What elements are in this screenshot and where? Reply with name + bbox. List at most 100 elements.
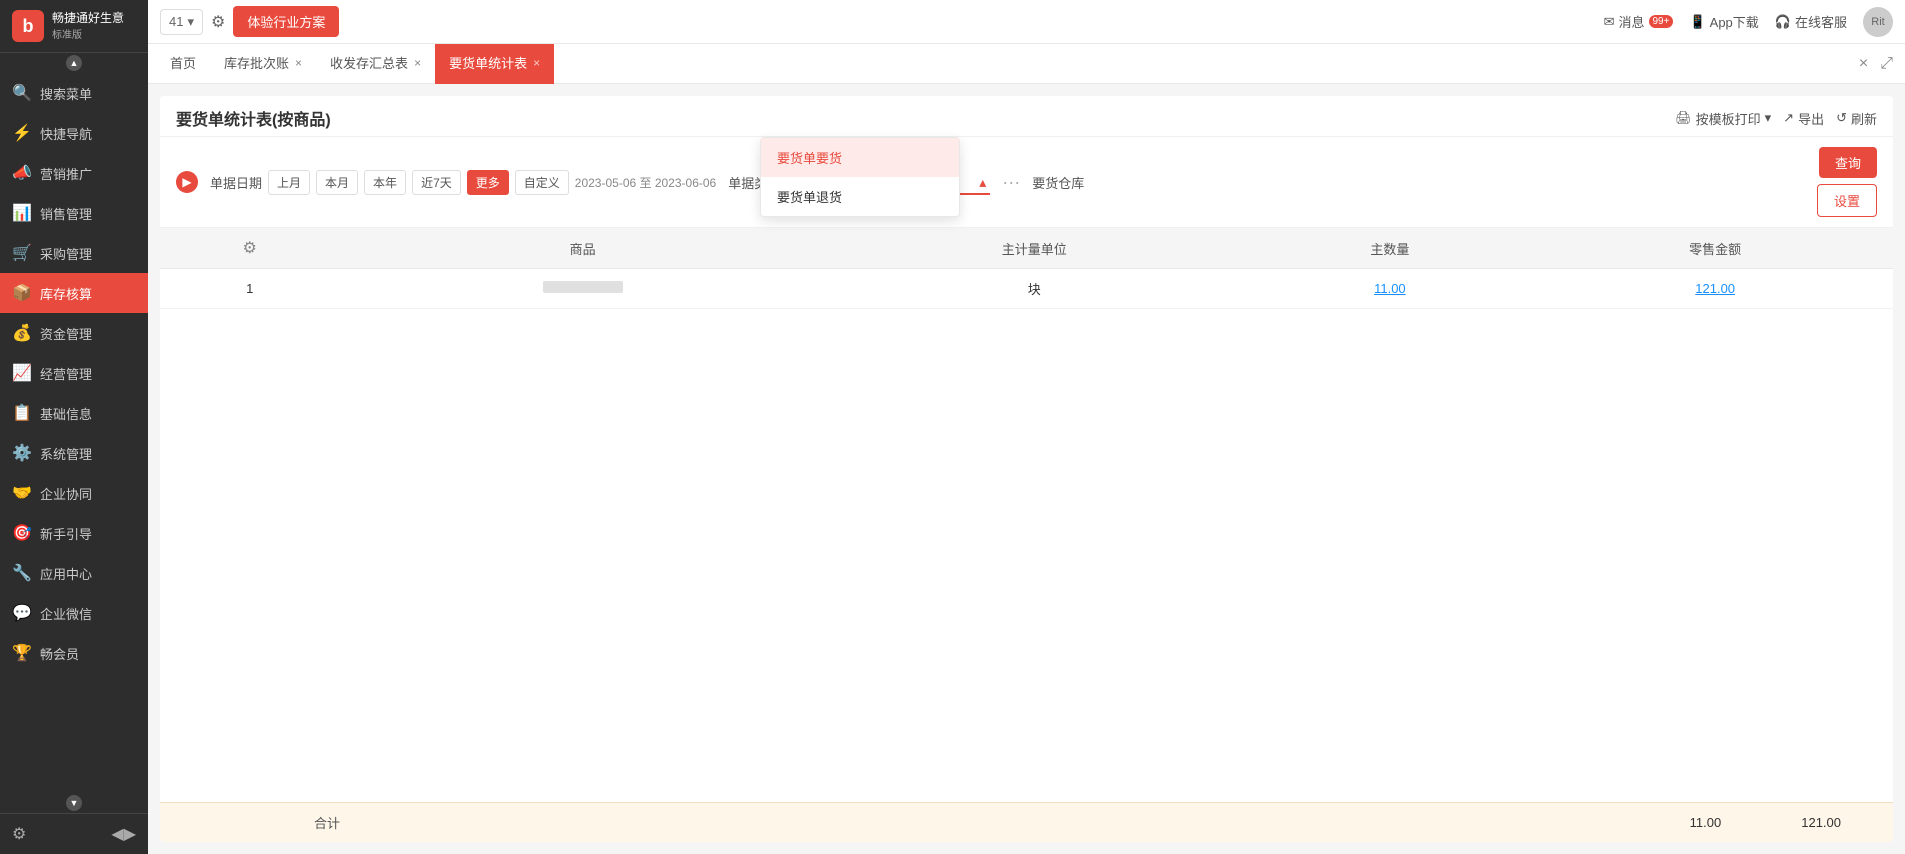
date-range-display: 2023-05-06 至 2023-06-06: [575, 174, 716, 191]
query-button[interactable]: 查询: [1819, 147, 1877, 178]
marketing-icon: 📣: [12, 163, 32, 183]
date-btn-last-month[interactable]: 上月: [268, 170, 310, 195]
sidebar-item-wechat[interactable]: 💬 企业微信: [0, 593, 148, 633]
messages-item[interactable]: ✉ 消息 99+: [1604, 12, 1674, 31]
sidebar-bottom: ⚙ ◀▶: [0, 813, 148, 854]
table-settings-icon[interactable]: ⚙: [243, 240, 257, 257]
system-icon: ⚙️: [12, 443, 32, 463]
company-selector[interactable]: 41 ▾: [160, 9, 203, 35]
user-avatar-item[interactable]: Rit: [1863, 7, 1893, 37]
app-download-label: App下载: [1710, 12, 1759, 31]
app-download-item[interactable]: 📱 App下载: [1689, 12, 1758, 31]
topbar-right: ✉ 消息 99+ 📱 App下载 🎧 在线客服 Rit: [1604, 7, 1893, 37]
tab-home-label: 首页: [170, 53, 196, 72]
doc-type-dropdown: 要货单要货 要货单退货: [760, 137, 960, 217]
filter-expand-button[interactable]: ▶: [176, 171, 198, 193]
online-service-item[interactable]: 🎧 在线客服: [1775, 12, 1847, 31]
collapse-icon[interactable]: ◀▶: [111, 824, 136, 844]
tab-receivable-summary-label: 收发存汇总表: [330, 53, 408, 72]
sidebar-label-finance: 资金管理: [40, 324, 92, 343]
dropdown-item-order-goods-label: 要货单要货: [777, 151, 842, 166]
search-icon: 🔍: [12, 83, 32, 103]
tab-receivable-summary[interactable]: 收发存汇总表 ×: [316, 44, 435, 84]
table-container: ⚙ 商品 主计量单位 主数量 零: [160, 228, 1893, 802]
date-btn-this-month[interactable]: 本月: [316, 170, 358, 195]
sidebar-label-quick-nav: 快捷导航: [40, 124, 92, 143]
settings-bottom-icon[interactable]: ⚙: [12, 824, 26, 844]
sidebar-item-app-center[interactable]: 🔧 应用中心: [0, 553, 148, 593]
date-btn-custom[interactable]: 自定义: [515, 170, 569, 195]
settings-button[interactable]: 设置: [1817, 184, 1877, 217]
topbar-gear-icon[interactable]: ⚙: [211, 12, 225, 32]
logo-icon: b: [12, 10, 44, 42]
print-action[interactable]: 🖨 按模板打印 ▾: [1675, 109, 1771, 128]
refresh-action[interactable]: ↺ 刷新: [1836, 109, 1877, 128]
sidebar-item-marketing[interactable]: 📣 营销推广: [0, 153, 148, 193]
company-selector-chevron: ▾: [187, 14, 194, 30]
sidebar-label-wechat: 企业微信: [40, 604, 92, 623]
messages-label: 消息: [1618, 12, 1644, 31]
sidebar-item-inventory[interactable]: 📦 库存核算: [0, 273, 148, 313]
online-service-label: 在线客服: [1795, 12, 1847, 31]
tab-order-stats-close[interactable]: ×: [533, 56, 540, 70]
scroll-down-arrow[interactable]: ▼: [66, 795, 82, 811]
tab-order-stats[interactable]: 要货单统计表 ×: [435, 44, 554, 84]
dropdown-item-order-return[interactable]: 要货单退货: [761, 177, 959, 216]
sidebar-label-enterprise: 企业协同: [40, 484, 92, 503]
page-title: 要货单统计表(按商品): [176, 106, 331, 130]
sidebar-nav: 🔍 搜索菜单 ⚡ 快捷导航 📣 营销推广 📊 销售管理 🛒 采购管理 📦 库存核…: [0, 73, 148, 793]
tab-close-all-icon[interactable]: ×: [1855, 55, 1872, 73]
dropdown-item-order-return-label: 要货单退货: [777, 190, 842, 205]
sidebar-scroll-up[interactable]: ▲: [0, 53, 148, 73]
cell-amount: 121.00: [1537, 269, 1893, 309]
footer-amount: 121.00: [1761, 815, 1881, 830]
tabs-bar: 首页 库存批次账 × 收发存汇总表 × 要货单统计表 × × ⤢: [148, 44, 1905, 84]
date-filter-label: 单据日期: [210, 173, 262, 192]
filter-buttons: 查询 设置: [1817, 147, 1877, 217]
tab-inventory-batch-label: 库存批次账: [224, 53, 289, 72]
trial-button[interactable]: 体验行业方案: [233, 6, 339, 37]
sidebar-item-sales[interactable]: 📊 销售管理: [0, 193, 148, 233]
refresh-label: 刷新: [1851, 109, 1877, 128]
tab-expand-icon[interactable]: ⤢: [1876, 55, 1897, 73]
message-icon: ✉: [1604, 14, 1615, 30]
cell-product: [339, 269, 826, 309]
export-action[interactable]: ↗ 导出: [1783, 109, 1824, 128]
page: 要货单统计表(按商品) 🖨 按模板打印 ▾ ↗ 导出 ↺ 刷新: [160, 96, 1893, 842]
tab-home[interactable]: 首页: [156, 44, 210, 84]
doc-type-chevron-up-icon[interactable]: ▴: [979, 174, 986, 191]
tab-receivable-summary-close[interactable]: ×: [414, 56, 421, 70]
sidebar-item-system[interactable]: ⚙️ 系统管理: [0, 433, 148, 473]
cell-quantity: 11.00: [1242, 269, 1537, 309]
date-btn-more[interactable]: 更多: [467, 170, 509, 195]
beginner-icon: 🎯: [12, 523, 32, 543]
sidebar-item-member[interactable]: 🏆 畅会员: [0, 633, 148, 673]
table-footer: 合计 11.00 121.00: [160, 802, 1893, 842]
date-btn-this-year[interactable]: 本年: [364, 170, 406, 195]
sidebar-scroll-down[interactable]: ▼: [0, 793, 148, 813]
amount-link[interactable]: 121.00: [1695, 281, 1735, 296]
scroll-up-arrow[interactable]: ▲: [66, 55, 82, 71]
sidebar-item-search[interactable]: 🔍 搜索菜单: [0, 73, 148, 113]
sidebar-item-purchase[interactable]: 🛒 采购管理: [0, 233, 148, 273]
tab-inventory-batch[interactable]: 库存批次账 ×: [210, 44, 316, 84]
date-btn-7days[interactable]: 近7天: [412, 170, 461, 195]
quantity-link[interactable]: 11.00: [1374, 281, 1406, 296]
table-header-row: ⚙ 商品 主计量单位 主数量 零: [160, 228, 1893, 269]
filter-more-options-icon[interactable]: ···: [1002, 172, 1020, 193]
filter-date-group: 单据日期 上月 本月 本年 近7天 更多 自定义 2023-05-06 至 20…: [210, 170, 716, 195]
wechat-icon: 💬: [12, 603, 32, 623]
print-label: 按模板打印: [1696, 109, 1761, 128]
export-icon: ↗: [1783, 110, 1794, 126]
sidebar-item-finance[interactable]: 💰 资金管理: [0, 313, 148, 353]
dropdown-item-order-goods[interactable]: 要货单要货: [761, 138, 959, 177]
sidebar-item-base-info[interactable]: 📋 基础信息: [0, 393, 148, 433]
app-subtitle: 标准版: [52, 26, 124, 41]
filter-warehouse-group: 要货仓库: [1032, 173, 1084, 192]
tab-inventory-batch-close[interactable]: ×: [295, 56, 302, 70]
sidebar-item-business[interactable]: 📈 经营管理: [0, 353, 148, 393]
sidebar-item-enterprise[interactable]: 🤝 企业协同: [0, 473, 148, 513]
footer-quantity: 11.00: [1650, 815, 1762, 830]
sidebar-item-beginner[interactable]: 🎯 新手引导: [0, 513, 148, 553]
sidebar-item-quick-nav[interactable]: ⚡ 快捷导航: [0, 113, 148, 153]
